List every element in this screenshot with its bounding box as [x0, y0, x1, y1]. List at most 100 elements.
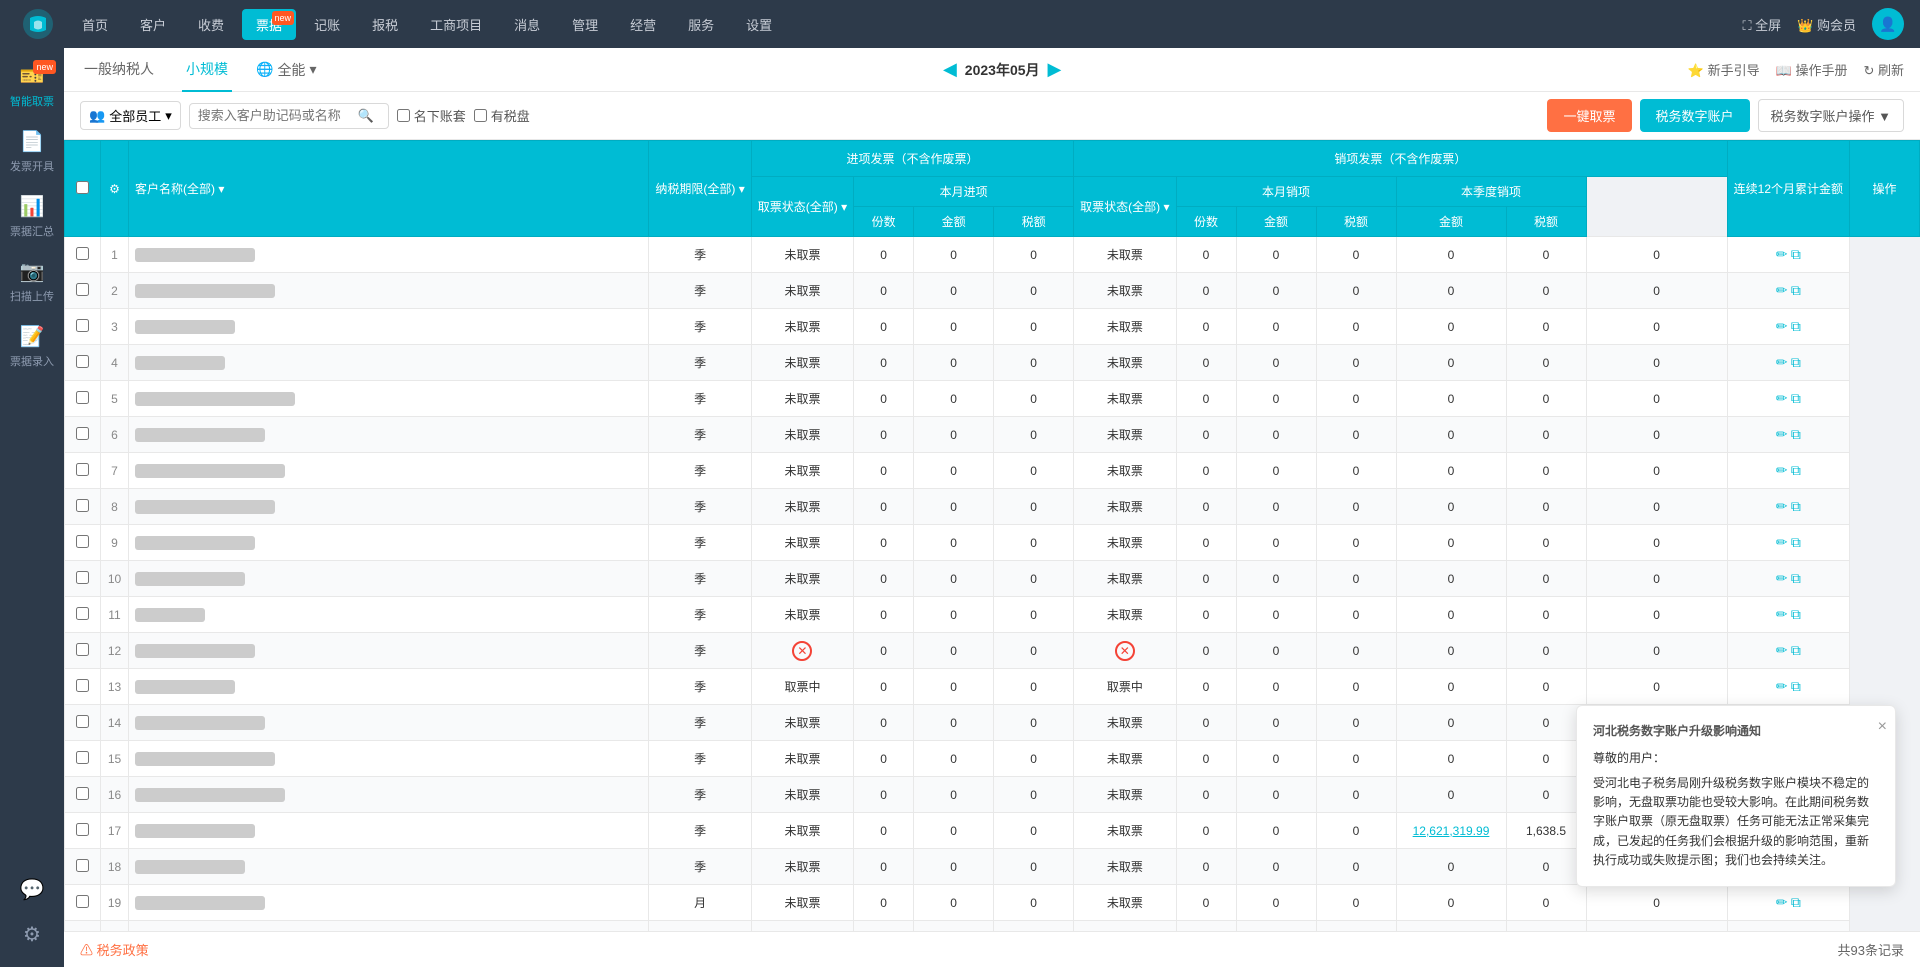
sidebar-item-invoice-open[interactable]: 📄 发票开具 [4, 121, 60, 182]
row-checkbox[interactable] [65, 345, 101, 381]
copy-btn[interactable]: ⧉ [1791, 354, 1801, 370]
row-checkbox-input[interactable] [76, 535, 89, 548]
checkbox-taxpad-input[interactable] [474, 109, 487, 122]
row-checkbox[interactable] [65, 705, 101, 741]
qtr-amt-link[interactable]: 12,621,319.99 [1413, 824, 1490, 838]
edit-btn[interactable]: ✏ [1776, 462, 1788, 478]
copy-btn[interactable]: ⧉ [1791, 678, 1801, 694]
nav-message[interactable]: 消息 [500, 9, 554, 40]
row-checkbox[interactable] [65, 921, 101, 932]
th-gear[interactable]: ⚙ [101, 141, 129, 237]
tab-all[interactable]: 🌐 全能 ▾ [256, 48, 316, 92]
copy-btn[interactable]: ⧉ [1791, 642, 1801, 658]
nav-fee[interactable]: 收费 [184, 9, 238, 40]
tab-small[interactable]: 小规模 [182, 48, 232, 92]
copy-btn[interactable]: ⧉ [1791, 606, 1801, 622]
copy-btn[interactable]: ⧉ [1791, 426, 1801, 442]
row-checkbox[interactable] [65, 885, 101, 921]
edit-btn[interactable]: ✏ [1776, 282, 1788, 298]
edit-btn[interactable]: ✏ [1776, 390, 1788, 406]
edit-btn[interactable]: ✏ [1776, 642, 1788, 658]
copy-btn[interactable]: ⧉ [1791, 894, 1801, 910]
sidebar-item-scan[interactable]: 📷 扫描上传 [4, 251, 60, 312]
row-checkbox-input[interactable] [76, 391, 89, 404]
nav-operation[interactable]: 经营 [616, 9, 670, 40]
edit-btn[interactable]: ✏ [1776, 534, 1788, 550]
row-checkbox[interactable] [65, 273, 101, 309]
copy-btn[interactable]: ⧉ [1791, 390, 1801, 406]
row-checkbox-input[interactable] [76, 787, 89, 800]
sidebar-item-ticket[interactable]: 🎫 智能取票 new [4, 56, 60, 117]
edit-btn[interactable]: ✏ [1776, 246, 1788, 262]
row-checkbox[interactable] [65, 489, 101, 525]
tax-policy-link[interactable]: ⚠ 税务政策 [80, 940, 149, 959]
row-checkbox[interactable] [65, 237, 101, 273]
nav-invoice[interactable]: 票据 new [242, 9, 296, 40]
employee-select[interactable]: 👥 全部员工 ▾ [80, 101, 181, 130]
prev-month-btn[interactable]: ◀ [943, 59, 957, 80]
search-icon[interactable]: 🔍 [358, 108, 374, 124]
copy-btn[interactable]: ⧉ [1791, 318, 1801, 334]
row-checkbox[interactable] [65, 561, 101, 597]
row-checkbox-input[interactable] [76, 751, 89, 764]
tax-digital-account-ops-btn[interactable]: 税务数字账户操作 ▼ [1758, 99, 1904, 132]
row-checkbox[interactable] [65, 381, 101, 417]
row-checkbox-input[interactable] [76, 643, 89, 656]
row-checkbox-input[interactable] [76, 823, 89, 836]
row-checkbox[interactable] [65, 597, 101, 633]
row-checkbox-input[interactable] [76, 679, 89, 692]
row-checkbox-input[interactable] [76, 607, 89, 620]
notification-close-btn[interactable]: × [1878, 714, 1887, 740]
th-checkbox[interactable] [65, 141, 101, 237]
row-checkbox[interactable] [65, 309, 101, 345]
nav-home[interactable]: 首页 [68, 9, 122, 40]
search-input[interactable] [198, 108, 358, 123]
nav-customer[interactable]: 客户 [126, 9, 180, 40]
th-period[interactable]: 纳税期限(全部) ▾ [649, 141, 751, 237]
row-checkbox[interactable] [65, 669, 101, 705]
checkbox-account[interactable]: 名下账套 [397, 106, 466, 125]
fullscreen-btn[interactable]: ⛶ 全屏 [1742, 15, 1781, 34]
row-checkbox[interactable] [65, 777, 101, 813]
row-checkbox[interactable] [65, 813, 101, 849]
edit-btn[interactable]: ✏ [1776, 678, 1788, 694]
row-checkbox-input[interactable] [76, 499, 89, 512]
one-click-ticket-btn[interactable]: 一键取票 [1547, 99, 1631, 132]
refresh-btn[interactable]: ↻ 刷新 [1863, 60, 1904, 79]
row-checkbox-input[interactable] [76, 859, 89, 872]
nav-business[interactable]: 工商项目 [416, 9, 496, 40]
edit-btn[interactable]: ✏ [1776, 498, 1788, 514]
row-checkbox-input[interactable] [76, 355, 89, 368]
nav-settings[interactable]: 设置 [732, 9, 786, 40]
copy-btn[interactable]: ⧉ [1791, 570, 1801, 586]
checkbox-account-input[interactable] [397, 109, 410, 122]
member-btn[interactable]: 👑 购会员 [1797, 15, 1856, 34]
row-checkbox[interactable] [65, 633, 101, 669]
row-checkbox[interactable] [65, 741, 101, 777]
row-checkbox-input[interactable] [76, 283, 89, 296]
sidebar-item-cfg[interactable]: ⚙ [4, 914, 60, 955]
edit-btn[interactable]: ✏ [1776, 606, 1788, 622]
copy-btn[interactable]: ⧉ [1791, 246, 1801, 262]
sidebar-item-entry[interactable]: 📝 票据录入 [4, 316, 60, 377]
row-checkbox[interactable] [65, 849, 101, 885]
nav-manage[interactable]: 管理 [558, 9, 612, 40]
copy-btn[interactable]: ⧉ [1791, 498, 1801, 514]
next-month-btn[interactable]: ▶ [1048, 59, 1062, 80]
row-checkbox-input[interactable] [76, 571, 89, 584]
select-all-checkbox[interactable] [76, 181, 89, 194]
row-checkbox-input[interactable] [76, 427, 89, 440]
edit-btn[interactable]: ✏ [1776, 894, 1788, 910]
copy-btn[interactable]: ⧉ [1791, 462, 1801, 478]
guide-btn[interactable]: ⭐ 新手引导 [1688, 60, 1760, 79]
tab-general[interactable]: 一般纳税人 [80, 48, 158, 92]
edit-btn[interactable]: ✏ [1776, 354, 1788, 370]
row-checkbox-input[interactable] [76, 895, 89, 908]
th-in-status[interactable]: 取票状态(全部) ▾ [751, 177, 853, 237]
copy-btn[interactable]: ⧉ [1791, 282, 1801, 298]
edit-btn[interactable]: ✏ [1776, 318, 1788, 334]
manual-btn[interactable]: 📖 操作手册 [1776, 60, 1848, 79]
edit-btn[interactable]: ✏ [1776, 426, 1788, 442]
row-checkbox-input[interactable] [76, 463, 89, 476]
row-checkbox[interactable] [65, 417, 101, 453]
